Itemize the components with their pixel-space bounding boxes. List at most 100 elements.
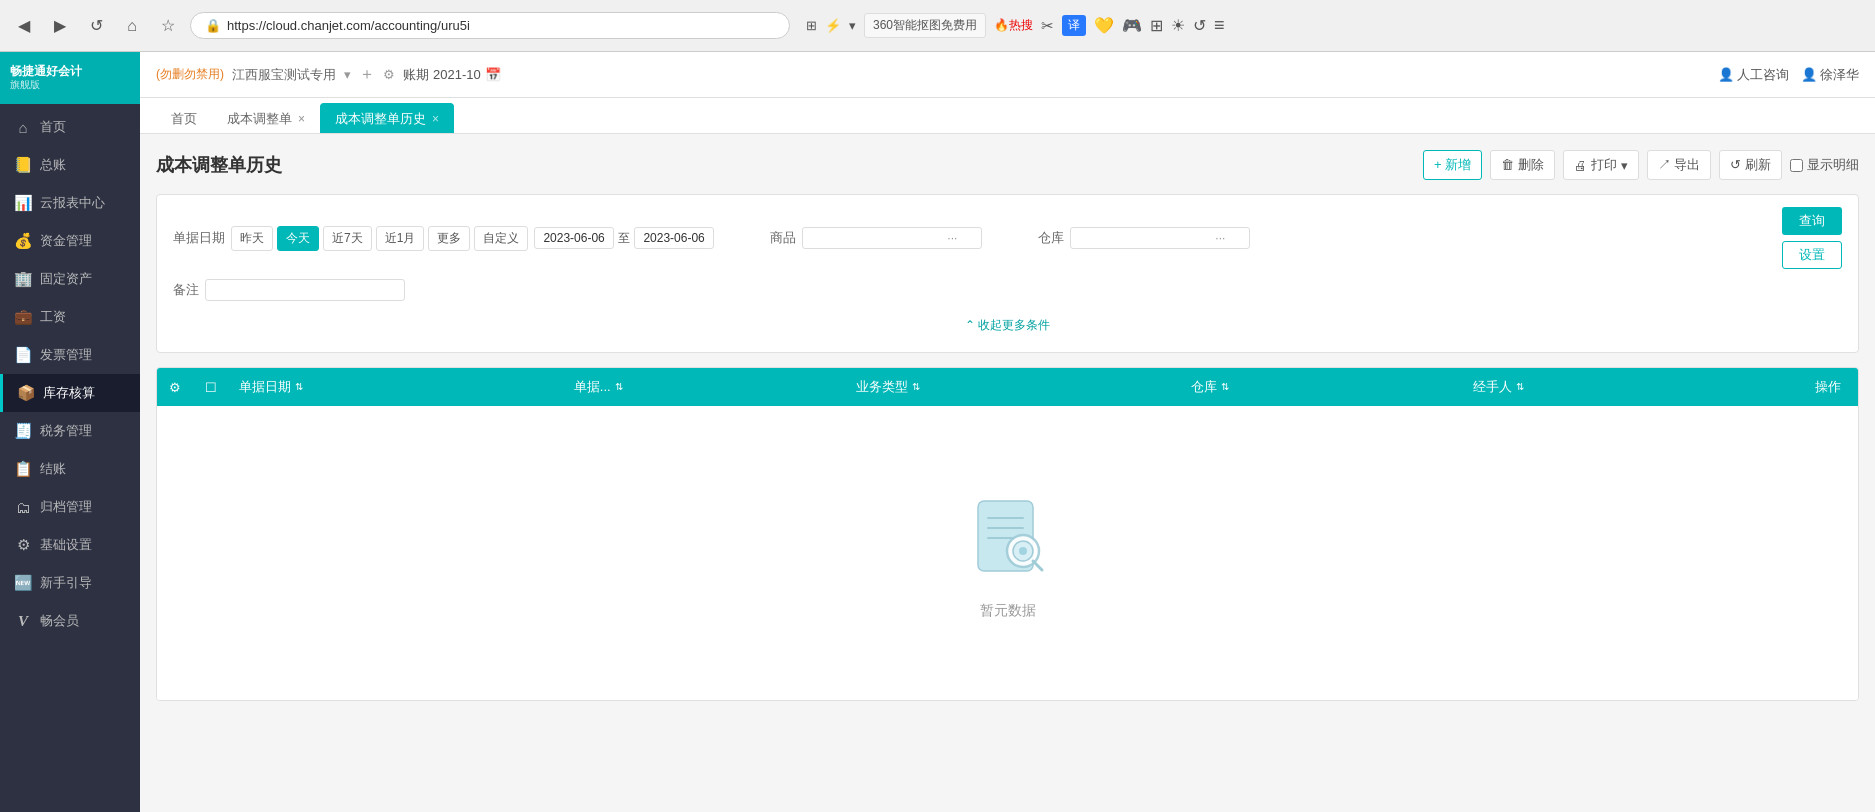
warehouse-filter: 仓库 ··· <box>1038 227 1250 249</box>
select-all-checkbox[interactable]: ☐ <box>205 380 217 395</box>
print-button[interactable]: 🖨 🖨 打印 打印 ▾ <box>1563 150 1639 180</box>
settings-gear-icon[interactable]: ⚙ <box>383 67 395 82</box>
user-info[interactable]: 👤 徐泽华 <box>1801 66 1859 84</box>
sidebar-item-close-label: 结账 <box>40 460 66 478</box>
date-btn-more[interactable]: 更多 <box>428 226 470 251</box>
date-filter: 单据日期 昨天 今天 近7天 近1月 更多 自定义 至 <box>173 226 714 251</box>
main-content: (勿删勿禁用) 江西服宝测试专用 ▾ ＋ ⚙ 账期 2021-10 📅 👤 人工… <box>140 52 1875 812</box>
address-bar[interactable]: 🔒 https://cloud.chanjet.com/accounting/u… <box>190 12 790 39</box>
data-table: ⚙ ☐ 单据日期 ⇅ 单据... ⇅ 业务类型 ⇅ <box>156 367 1859 701</box>
filter-panel: 单据日期 昨天 今天 近7天 近1月 更多 自定义 至 <box>156 194 1859 353</box>
star-button[interactable]: ☆ <box>154 12 182 40</box>
translate-icon[interactable]: 译 <box>1062 15 1086 36</box>
sidebar-item-guide[interactable]: 🆕 新手引导 <box>0 564 140 602</box>
voucher-sort-icon: ⇅ <box>615 383 623 391</box>
report-icon: 📊 <box>14 194 32 212</box>
sidebar-item-ledger[interactable]: 📒 总账 <box>0 146 140 184</box>
game-icon[interactable]: 🎮 <box>1122 16 1142 35</box>
close-accounts-icon: 📋 <box>14 460 32 478</box>
tab-bar: 首页 成本调整单 × 成本调整单历史 × <box>140 98 1875 134</box>
forward-button[interactable]: ▶ <box>46 12 74 40</box>
th-date[interactable]: 单据日期 ⇅ <box>229 378 564 396</box>
calendar-icon[interactable]: 📅 <box>485 67 501 82</box>
add-button[interactable]: + 新增 <box>1423 150 1482 180</box>
date-filter-label: 单据日期 <box>173 229 225 247</box>
sidebar-item-inventory[interactable]: 📦 库存核算 <box>0 374 140 412</box>
sidebar-item-asset[interactable]: 🏢 固定资产 <box>0 260 140 298</box>
sidebar-item-fund[interactable]: 💰 资金管理 <box>0 222 140 260</box>
date-filter-buttons: 昨天 今天 近7天 近1月 更多 自定义 <box>231 226 528 251</box>
tab-cost-adjust-close[interactable]: × <box>298 112 305 126</box>
delete-button[interactable]: 🗑 删除 <box>1490 150 1555 180</box>
brightness-icon[interactable]: ☀ <box>1171 16 1185 35</box>
th-checkbox[interactable]: ☐ <box>193 380 229 395</box>
undo-icon[interactable]: ↺ <box>1193 16 1206 35</box>
th-biz-type[interactable]: 业务类型 ⇅ <box>846 378 1181 396</box>
sidebar-item-invoice[interactable]: 📄 发票管理 <box>0 336 140 374</box>
column-settings-icon: ⚙ <box>169 380 181 395</box>
tab-cost-adjust-history[interactable]: 成本调整单历史 × <box>320 103 454 133</box>
tab-history-close[interactable]: × <box>432 112 439 126</box>
sidebar-item-close-accounts[interactable]: 📋 结账 <box>0 450 140 488</box>
sidebar-item-member-label: 畅会员 <box>40 612 79 630</box>
settings-icon: ⚙ <box>14 536 32 554</box>
svg-point-7 <box>1019 547 1027 555</box>
query-button[interactable]: 查询 <box>1782 207 1842 235</box>
sidebar-item-settings[interactable]: ⚙ 基础设置 <box>0 526 140 564</box>
th-handler[interactable]: 经手人 ⇅ <box>1463 378 1798 396</box>
refresh-btn[interactable]: ↺ 刷新 <box>1719 150 1782 180</box>
date-btn-1month[interactable]: 近1月 <box>376 226 425 251</box>
tab-home[interactable]: 首页 <box>156 103 212 133</box>
th-settings[interactable]: ⚙ <box>157 380 193 395</box>
sidebar: 畅捷通好会计 旗舰版 ⌂ 首页 📒 总账 📊 云报表中心 💰 资金管理 � <box>0 52 140 812</box>
sidebar-item-home[interactable]: ⌂ 首页 <box>0 108 140 146</box>
date-btn-7days[interactable]: 近7天 <box>323 226 372 251</box>
company-name: 江西服宝测试专用 <box>232 66 336 84</box>
export-button[interactable]: ↗ 导出 <box>1647 150 1712 180</box>
remark-input[interactable] <box>205 279 405 301</box>
dropdown-icon[interactable]: ▾ <box>849 18 856 33</box>
date-btn-today[interactable]: 今天 <box>277 226 319 251</box>
url-text: https://cloud.chanjet.com/accounting/uru… <box>227 18 470 33</box>
refresh-button[interactable]: ↺ <box>82 12 110 40</box>
date-to-input[interactable] <box>634 227 714 249</box>
hot-search[interactable]: 🔥热搜 <box>994 17 1033 34</box>
home-button[interactable]: ⌂ <box>118 12 146 40</box>
sidebar-item-report[interactable]: 📊 云报表中心 <box>0 184 140 222</box>
sidebar-item-payroll[interactable]: 💼 工资 <box>0 298 140 336</box>
sidebar-item-archive[interactable]: 🗂 归档管理 <box>0 488 140 526</box>
empty-state: 暂元数据 <box>157 406 1858 700</box>
warehouse-select[interactable]: ··· <box>1070 227 1250 249</box>
date-from-input[interactable] <box>534 227 614 249</box>
sidebar-item-settings-label: 基础设置 <box>40 536 92 554</box>
sidebar-item-tax[interactable]: 🧾 税务管理 <box>0 412 140 450</box>
print-dropdown-icon[interactable]: ▾ <box>1621 158 1628 173</box>
extensions-icon[interactable]: ⊞ <box>806 18 817 33</box>
add-icon[interactable]: ＋ <box>359 64 375 85</box>
settings-button[interactable]: 设置 <box>1782 241 1842 269</box>
date-separator: 至 <box>618 230 630 247</box>
wallet-icon[interactable]: 💛 <box>1094 16 1114 35</box>
back-button[interactable]: ◀ <box>10 12 38 40</box>
scissors-icon[interactable]: ✂ <box>1041 17 1054 35</box>
search-360[interactable]: 360智能抠图免费用 <box>864 13 986 38</box>
tab-cost-adjust[interactable]: 成本调整单 × <box>212 103 320 133</box>
lightning-icon[interactable]: ⚡ <box>825 18 841 33</box>
dropdown-company-icon[interactable]: ▾ <box>344 67 351 82</box>
customer-service-btn[interactable]: 👤 人工咨询 <box>1718 66 1789 84</box>
sidebar-item-member[interactable]: V 畅会员 <box>0 602 140 640</box>
show-detail-checkbox[interactable]: 显示明细 <box>1790 156 1859 174</box>
show-detail-label: 显示明细 <box>1807 156 1859 174</box>
th-voucher[interactable]: 单据... ⇅ <box>564 378 846 396</box>
grid-icon[interactable]: ⊞ <box>1150 16 1163 35</box>
goods-filter: 商品 ··· <box>770 227 982 249</box>
date-btn-yesterday[interactable]: 昨天 <box>231 226 273 251</box>
th-warehouse[interactable]: 仓库 ⇅ <box>1181 378 1463 396</box>
show-detail-input[interactable] <box>1790 159 1803 172</box>
date-btn-custom[interactable]: 自定义 <box>474 226 528 251</box>
collapse-button[interactable]: ⌃ 收起更多条件 <box>965 311 1050 340</box>
sidebar-item-fund-label: 资金管理 <box>40 232 92 250</box>
goods-select[interactable]: ··· <box>802 227 982 249</box>
page-area: 成本调整单历史 + 新增 🗑 删除 🖨 🖨 打印 打印 ▾ ↗ 导出 ↺ 刷新 … <box>140 134 1875 812</box>
menu-icon[interactable]: ≡ <box>1214 15 1225 36</box>
